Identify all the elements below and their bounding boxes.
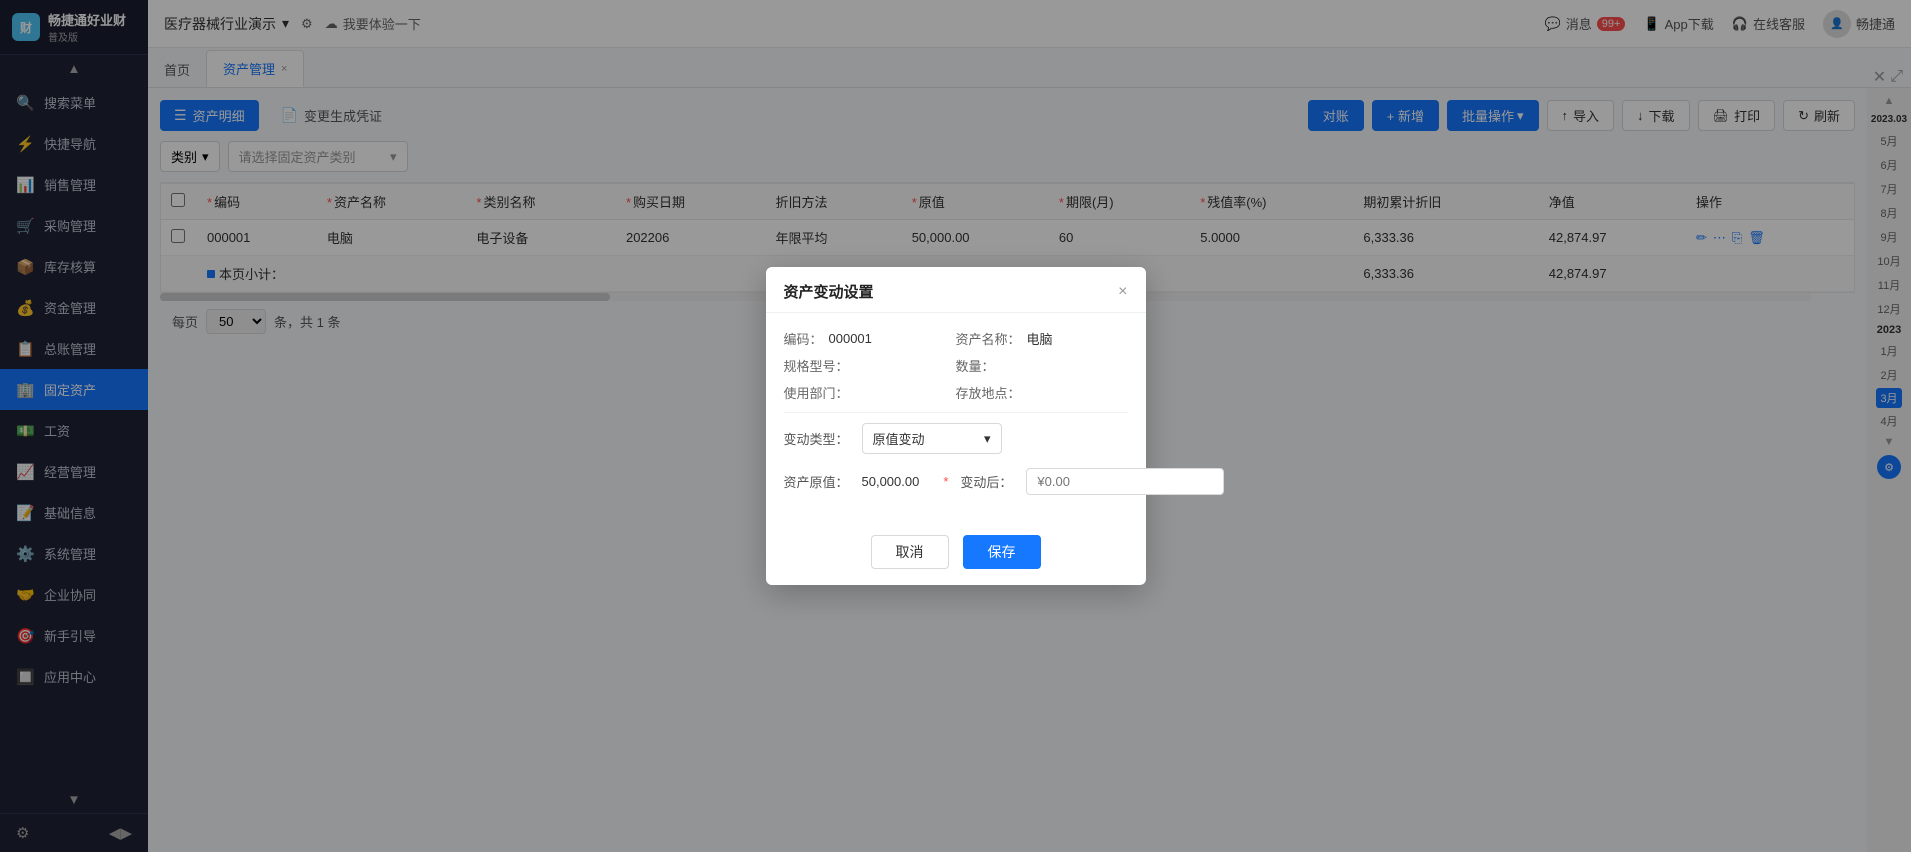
dialog-info-row-2: 规格型号： 数量： — [784, 356, 1128, 375]
dialog-asset-name-value: 电脑 — [1027, 329, 1053, 348]
dialog-after-change-label: 变动后： — [960, 472, 1012, 491]
dialog-change-type-row: 变动类型： 原值变动 ▾ — [784, 423, 1128, 454]
dialog-quantity-label: 数量： — [956, 356, 995, 375]
save-button[interactable]: 保存 — [963, 535, 1041, 569]
dialog-code-cell: 编码： 000001 — [784, 329, 956, 348]
cancel-button[interactable]: 取消 — [871, 535, 949, 569]
change-type-dropdown-icon: ▾ — [984, 431, 991, 447]
change-type-value: 原值变动 — [873, 429, 925, 448]
dialog-info-row-1: 编码： 000001 资产名称： 电脑 — [784, 329, 1128, 348]
dialog-code-label: 编码： — [784, 329, 823, 348]
dialog-original-value-label: 资产原值： — [784, 472, 854, 491]
dialog-spec-cell: 规格型号： — [784, 356, 956, 375]
dialog-footer: 取消 保存 — [766, 525, 1146, 585]
change-type-select[interactable]: 原值变动 ▾ — [862, 423, 1002, 454]
dialog-value-row: 资产原值： 50,000.00 * 变动后： — [784, 468, 1128, 495]
modal-overlay[interactable]: 资产变动设置 × 编码： 000001 资产名称： 电脑 规格型号： — [0, 0, 1911, 852]
dialog-header: 资产变动设置 × — [766, 267, 1146, 313]
dialog-original-value: 50,000.00 — [862, 474, 920, 489]
after-change-input[interactable] — [1026, 468, 1224, 495]
dialog-spec-label: 规格型号： — [784, 356, 849, 375]
dialog-divider-1 — [784, 412, 1128, 413]
dialog-location-cell: 存放地点： — [956, 383, 1128, 402]
dialog-dept-label: 使用部门： — [784, 383, 849, 402]
dialog-asset-name-label: 资产名称： — [956, 329, 1021, 348]
dialog-after-req: * — [943, 474, 948, 489]
dialog-dept-cell: 使用部门： — [784, 383, 956, 402]
asset-change-dialog: 资产变动设置 × 编码： 000001 资产名称： 电脑 规格型号： — [766, 267, 1146, 585]
dialog-code-value: 000001 — [829, 331, 872, 346]
dialog-location-label: 存放地点： — [956, 383, 1021, 402]
dialog-title: 资产变动设置 — [784, 281, 874, 302]
dialog-change-type-label: 变动类型： — [784, 429, 854, 448]
dialog-info-row-3: 使用部门： 存放地点： — [784, 383, 1128, 402]
dialog-asset-name-cell: 资产名称： 电脑 — [956, 329, 1128, 348]
dialog-quantity-cell: 数量： — [956, 356, 1128, 375]
dialog-close-button[interactable]: × — [1118, 283, 1127, 301]
dialog-body: 编码： 000001 资产名称： 电脑 规格型号： 数量： — [766, 313, 1146, 525]
